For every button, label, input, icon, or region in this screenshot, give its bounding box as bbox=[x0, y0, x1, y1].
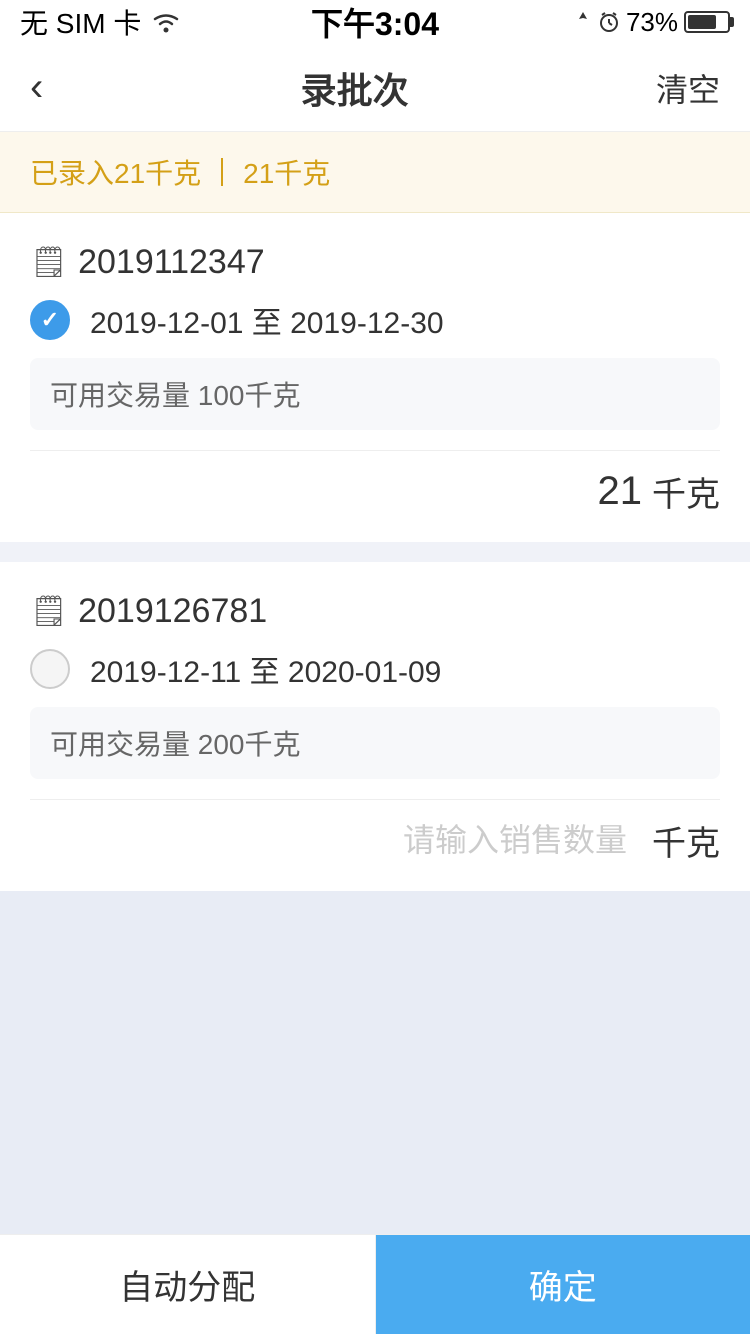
batch-id-1: 2019112347 bbox=[78, 243, 265, 282]
status-bar: 无 SIM 卡 下午3:04 73% bbox=[0, 0, 750, 44]
batch-available-1: 可用交易量 100千克 bbox=[30, 358, 720, 430]
footer: 自动分配 确定 bbox=[0, 1234, 750, 1334]
batch-available-2: 可用交易量 200千克 bbox=[30, 707, 720, 779]
batch-radio-2[interactable] bbox=[30, 649, 70, 689]
status-carrier: 无 SIM 卡 bbox=[20, 2, 181, 42]
carrier-text: 无 SIM 卡 bbox=[20, 2, 141, 42]
doc-icon-1: 🗒 bbox=[30, 245, 68, 280]
batch-input-row-2[interactable]: 千克 bbox=[30, 799, 720, 881]
total-amount: 21千克 bbox=[243, 152, 330, 192]
info-divider bbox=[221, 158, 223, 186]
info-banner: 已录入21千克 21千克 bbox=[0, 132, 750, 213]
quantity-input-2[interactable] bbox=[342, 822, 642, 859]
back-button[interactable]: ‹ bbox=[20, 55, 53, 120]
batch-amount-value-1: 21 bbox=[598, 469, 643, 514]
batch-header-2: 🗒 2019126781 bbox=[30, 592, 720, 631]
separator-1 bbox=[0, 542, 750, 562]
auto-distribute-button[interactable]: 自动分配 bbox=[0, 1235, 376, 1334]
batch-amount-row-1: 21 千克 bbox=[30, 450, 720, 532]
batch-header-1: 🗒 2019112347 bbox=[30, 243, 720, 282]
batch-amount-unit-1: 千克 bbox=[652, 467, 720, 516]
empty-area bbox=[0, 891, 750, 1291]
batch-date-row-1[interactable]: 2019-12-01 至 2019-12-30 bbox=[30, 298, 720, 342]
status-right: 73% bbox=[574, 7, 730, 38]
recorded-amount: 已录入21千克 bbox=[30, 152, 201, 192]
nav-bar: ‹ 录批次 清空 bbox=[0, 44, 750, 132]
wifi-icon bbox=[151, 11, 181, 33]
batch-date-2: 2019-12-11 至 2020-01-09 bbox=[90, 647, 441, 691]
batch-card-1: 🗒 2019112347 2019-12-01 至 2019-12-30 可用交… bbox=[0, 213, 750, 542]
battery-percent: 73% bbox=[626, 7, 678, 38]
battery-icon bbox=[684, 11, 730, 33]
batch-radio-1[interactable] bbox=[30, 300, 70, 340]
batch-date-1: 2019-12-01 至 2019-12-30 bbox=[90, 298, 444, 342]
batch-id-2: 2019126781 bbox=[78, 592, 267, 631]
batch-date-row-2[interactable]: 2019-12-11 至 2020-01-09 bbox=[30, 647, 720, 691]
input-unit-2: 千克 bbox=[652, 816, 720, 865]
location-icon bbox=[574, 11, 592, 33]
page-title: 录批次 bbox=[301, 62, 409, 114]
batch-card-2: 🗒 2019126781 2019-12-11 至 2020-01-09 可用交… bbox=[0, 562, 750, 891]
confirm-button[interactable]: 确定 bbox=[376, 1235, 750, 1334]
status-time: 下午3:04 bbox=[311, 0, 439, 45]
clear-button[interactable]: 清空 bbox=[656, 65, 720, 111]
alarm-icon bbox=[598, 11, 620, 33]
doc-icon-2: 🗒 bbox=[30, 594, 68, 629]
